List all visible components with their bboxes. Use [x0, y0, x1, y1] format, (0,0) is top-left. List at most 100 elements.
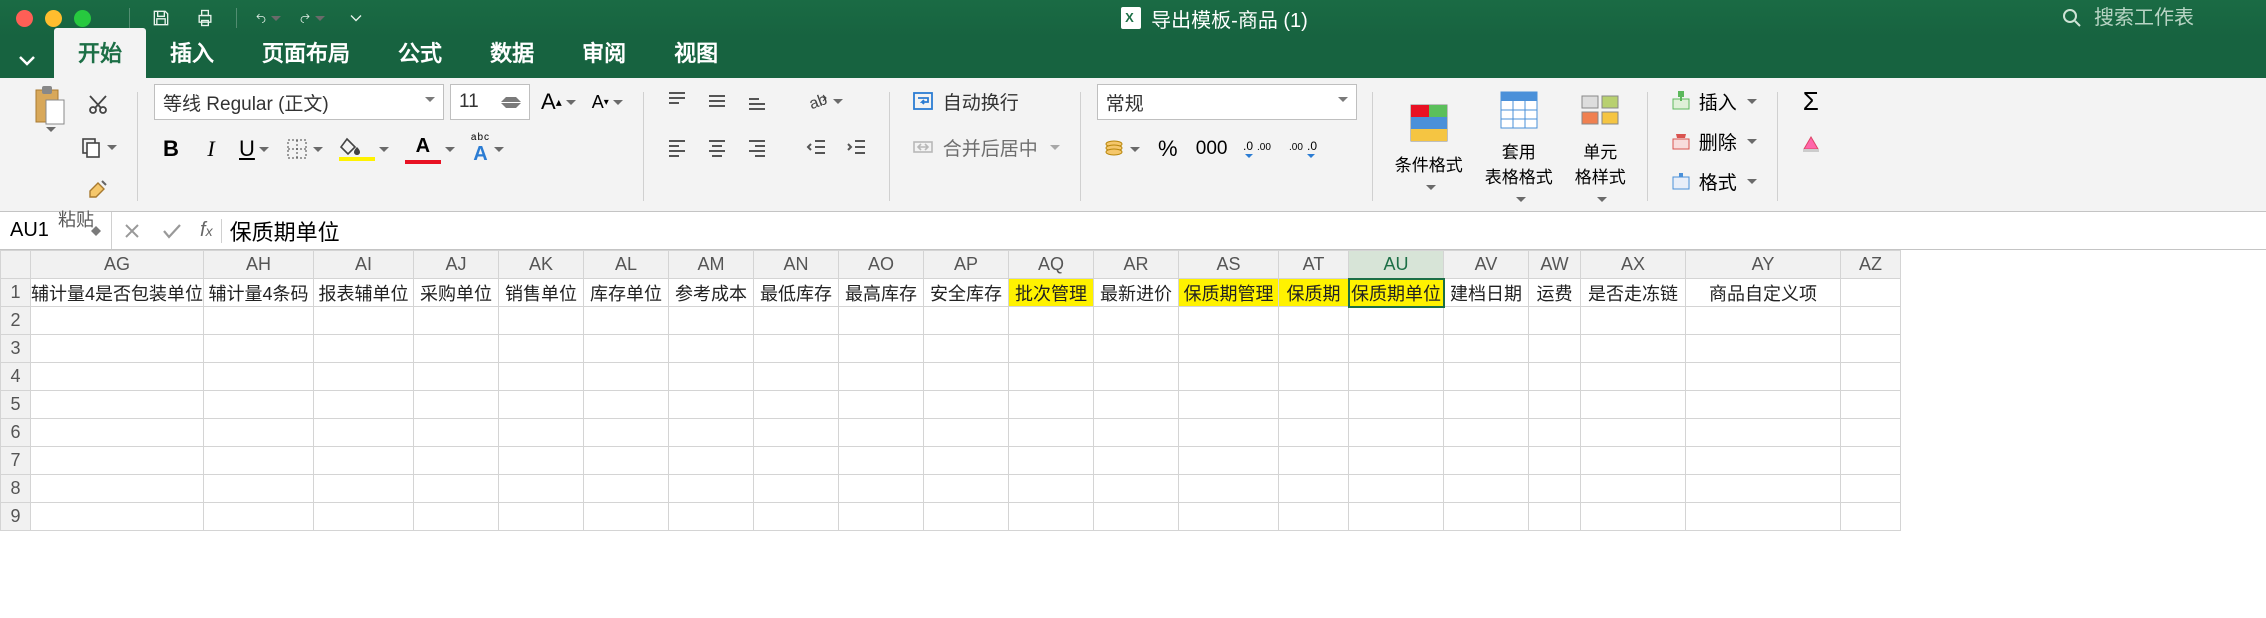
cell-AQ3[interactable] [1009, 335, 1094, 363]
align-left-button[interactable] [660, 130, 694, 164]
cell-AW7[interactable] [1529, 447, 1581, 475]
col-header-AG[interactable]: AG [31, 251, 204, 279]
cell-AR1[interactable]: 最新进价 [1094, 279, 1179, 307]
cell-AG8[interactable] [31, 475, 204, 503]
table-format-button[interactable]: 套用 表格格式 [1479, 86, 1559, 207]
cell-AI8[interactable] [314, 475, 414, 503]
col-header-AH[interactable]: AH [204, 251, 314, 279]
cell-AH8[interactable] [204, 475, 314, 503]
cell-AS1[interactable]: 保质期管理 [1179, 279, 1279, 307]
cell-AK2[interactable] [499, 307, 584, 335]
cell-AS3[interactable] [1179, 335, 1279, 363]
cell-AT7[interactable] [1279, 447, 1349, 475]
cell-AY7[interactable] [1686, 447, 1841, 475]
cell-AX9[interactable] [1581, 503, 1686, 531]
cell-AP7[interactable] [924, 447, 1009, 475]
cell-AY3[interactable] [1686, 335, 1841, 363]
cell-AT5[interactable] [1279, 391, 1349, 419]
col-header-AT[interactable]: AT [1279, 251, 1349, 279]
formula-bar-input[interactable] [222, 218, 2266, 244]
cell-AQ6[interactable] [1009, 419, 1094, 447]
copy-button[interactable] [74, 130, 122, 164]
row-header-9[interactable]: 9 [1, 503, 31, 531]
cut-button[interactable] [74, 88, 122, 122]
row-header-3[interactable]: 3 [1, 335, 31, 363]
cell-AQ4[interactable] [1009, 363, 1094, 391]
cell-AY8[interactable] [1686, 475, 1841, 503]
cell-AS7[interactable] [1179, 447, 1279, 475]
cell-AU7[interactable] [1349, 447, 1444, 475]
cell-AX1[interactable]: 是否走冻链 [1581, 279, 1686, 307]
row-header-8[interactable]: 8 [1, 475, 31, 503]
cell-AI4[interactable] [314, 363, 414, 391]
cell-AJ3[interactable] [414, 335, 499, 363]
cell-AT8[interactable] [1279, 475, 1349, 503]
cell-AW9[interactable] [1529, 503, 1581, 531]
select-all-corner[interactable] [1, 251, 31, 279]
tab-view[interactable]: 视图 [650, 28, 742, 78]
cell-AV3[interactable] [1444, 335, 1529, 363]
cell-AV9[interactable] [1444, 503, 1529, 531]
cell-AH7[interactable] [204, 447, 314, 475]
search-input[interactable] [2094, 7, 2244, 30]
cell-AQ5[interactable] [1009, 391, 1094, 419]
cell-AU6[interactable] [1349, 419, 1444, 447]
cell-AU4[interactable] [1349, 363, 1444, 391]
col-header-AW[interactable]: AW [1529, 251, 1581, 279]
align-bottom-button[interactable] [740, 84, 774, 118]
cell-AI2[interactable] [314, 307, 414, 335]
cell-AS6[interactable] [1179, 419, 1279, 447]
col-header-AJ[interactable]: AJ [414, 251, 499, 279]
cell-AZ4[interactable] [1841, 363, 1901, 391]
row-header-1[interactable]: 1 [1, 279, 31, 307]
cell-AU5[interactable] [1349, 391, 1444, 419]
decrease-font-button[interactable]: A▾ [587, 85, 628, 119]
cell-AS9[interactable] [1179, 503, 1279, 531]
cell-AP8[interactable] [924, 475, 1009, 503]
align-right-button[interactable] [740, 130, 774, 164]
cell-AM2[interactable] [669, 307, 754, 335]
cell-AO7[interactable] [839, 447, 924, 475]
font-color-button[interactable]: A [400, 132, 460, 166]
col-header-AP[interactable]: AP [924, 251, 1009, 279]
tab-home[interactable]: 开始 [54, 28, 146, 78]
cell-AS4[interactable] [1179, 363, 1279, 391]
cell-AG6[interactable] [31, 419, 204, 447]
row-header-6[interactable]: 6 [1, 419, 31, 447]
cell-AM9[interactable] [669, 503, 754, 531]
col-header-AV[interactable]: AV [1444, 251, 1529, 279]
cell-AK9[interactable] [499, 503, 584, 531]
cell-AQ9[interactable] [1009, 503, 1094, 531]
cell-AP6[interactable] [924, 419, 1009, 447]
cell-AX3[interactable] [1581, 335, 1686, 363]
tab-data[interactable]: 数据 [466, 28, 558, 78]
cell-AM7[interactable] [669, 447, 754, 475]
cell-AU3[interactable] [1349, 335, 1444, 363]
cell-AO5[interactable] [839, 391, 924, 419]
cell-AW8[interactable] [1529, 475, 1581, 503]
cell-AZ1[interactable] [1841, 279, 1901, 307]
cell-AX5[interactable] [1581, 391, 1686, 419]
cell-AM6[interactable] [669, 419, 754, 447]
col-header-AO[interactable]: AO [839, 251, 924, 279]
cell-AG1[interactable]: 辅计量4是否包装单位 [31, 279, 204, 307]
insert-cells-button[interactable]: 插入 [1664, 84, 1762, 118]
cell-AN5[interactable] [754, 391, 839, 419]
cell-AV6[interactable] [1444, 419, 1529, 447]
col-header-AX[interactable]: AX [1581, 251, 1686, 279]
cell-AJ8[interactable] [414, 475, 499, 503]
fx-icon[interactable]: fx [192, 219, 221, 242]
tab-formulas[interactable]: 公式 [374, 28, 466, 78]
align-middle-button[interactable] [700, 84, 734, 118]
cell-AG5[interactable] [31, 391, 204, 419]
cell-AM4[interactable] [669, 363, 754, 391]
cell-AS8[interactable] [1179, 475, 1279, 503]
cell-AT4[interactable] [1279, 363, 1349, 391]
col-header-AU[interactable]: AU [1349, 251, 1444, 279]
cell-AJ4[interactable] [414, 363, 499, 391]
cell-AJ2[interactable] [414, 307, 499, 335]
cell-AM8[interactable] [669, 475, 754, 503]
cell-AY6[interactable] [1686, 419, 1841, 447]
cell-AP3[interactable] [924, 335, 1009, 363]
align-center-button[interactable] [700, 130, 734, 164]
